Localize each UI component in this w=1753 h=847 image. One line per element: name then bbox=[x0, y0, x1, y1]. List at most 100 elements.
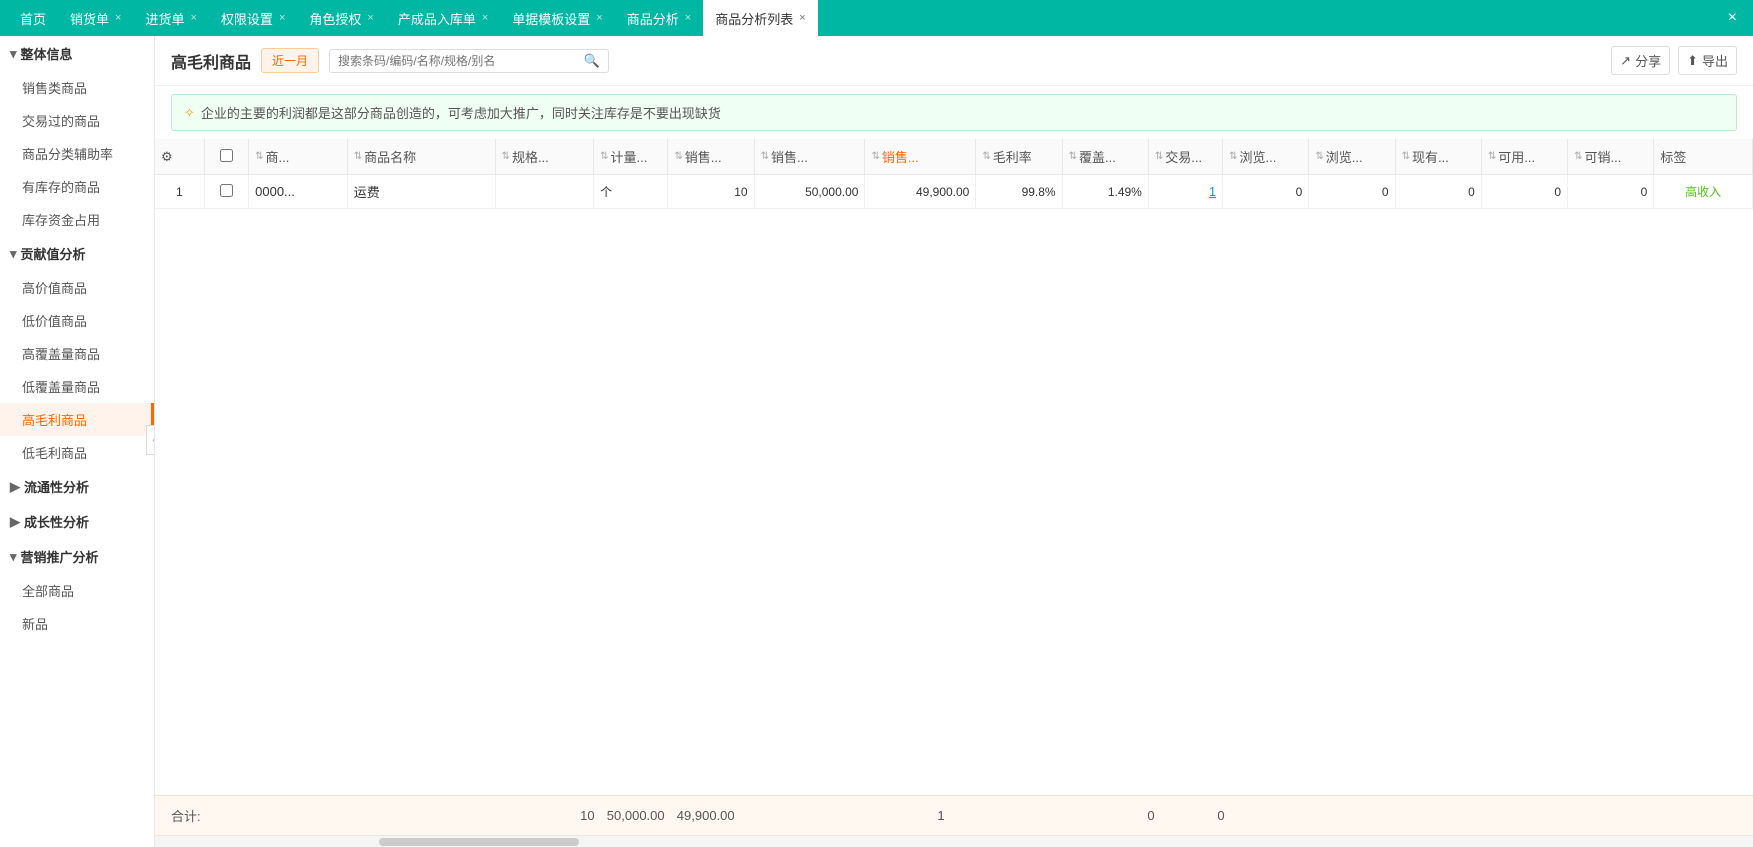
nav-tab-analysis[interactable]: 商品分析 × bbox=[615, 0, 703, 36]
chevron-down-icon: ▾ bbox=[10, 549, 17, 565]
cell-check[interactable] bbox=[204, 175, 248, 209]
sort-icon[interactable]: ⇅ bbox=[1229, 151, 1237, 162]
close-icon[interactable]: × bbox=[482, 12, 488, 24]
col-header-profit-rate: ⇅ 毛利率 bbox=[976, 139, 1062, 175]
page-title: 高毛利商品 bbox=[171, 49, 251, 73]
col-header-unit: ⇅ 计量... bbox=[594, 139, 668, 175]
sidebar-item-high-value[interactable]: 高价值商品 bbox=[0, 271, 154, 304]
search-input[interactable] bbox=[338, 54, 584, 68]
col-header-sales-profit: ⇅ 销售... bbox=[865, 139, 976, 175]
search-icon[interactable]: 🔍 bbox=[584, 53, 600, 69]
total-spacer bbox=[221, 808, 531, 823]
export-icon: ⬆ bbox=[1687, 53, 1698, 69]
col-header-sales-amt: ⇅ 销售... bbox=[754, 139, 865, 175]
sidebar-item-category-rate[interactable]: 商品分类辅助率 bbox=[0, 137, 154, 170]
col-header-tag: 标签 bbox=[1654, 139, 1753, 175]
sidebar-item-all-goods[interactable]: 全部商品 bbox=[0, 574, 154, 607]
sort-icon[interactable]: ⇅ bbox=[674, 151, 682, 162]
nav-tab-role[interactable]: 角色授权 × bbox=[297, 0, 385, 36]
cell-stock2: 0 bbox=[1481, 175, 1567, 209]
nav-tab-home[interactable]: 首页 bbox=[8, 0, 58, 36]
chevron-right-icon: ▶ bbox=[10, 514, 20, 530]
sort-icon[interactable]: ⇅ bbox=[871, 151, 879, 162]
row-checkbox[interactable] bbox=[220, 184, 233, 197]
cell-spec bbox=[495, 175, 594, 209]
sidebar-group-contribution[interactable]: ▾ 贡献值分析 bbox=[0, 236, 154, 271]
footer-total: 合计: 10 50,000.00 49,900.00 1 0 0 bbox=[155, 795, 1753, 835]
content-area: 高毛利商品 近一月 🔍 ↗ 分享 ⬆ 导出 ✧ 企业的主要的利润都是这部分商品创… bbox=[155, 36, 1753, 847]
nav-tab-auth[interactable]: 权限设置 × bbox=[209, 0, 297, 36]
nav-tab-template[interactable]: 单据模板设置 × bbox=[500, 0, 614, 36]
sidebar-item-stocked-goods[interactable]: 有库存的商品 bbox=[0, 170, 154, 203]
sort-icon[interactable]: ⇅ bbox=[1402, 151, 1410, 162]
info-bar: ✧ 企业的主要的利润都是这部分商品创造的，可考虑加大推广，同时关注库存是不要出现… bbox=[171, 94, 1737, 131]
sidebar-item-sales-goods[interactable]: 销售类商品 bbox=[0, 71, 154, 104]
sort-icon[interactable]: ⇅ bbox=[600, 151, 608, 162]
total-profit-rate bbox=[741, 808, 811, 823]
col-header-checkbox[interactable] bbox=[204, 139, 248, 175]
sidebar-item-traded-goods[interactable]: 交易过的商品 bbox=[0, 104, 154, 137]
nav-tab-sales[interactable]: 销货单 × bbox=[58, 0, 133, 36]
total-cover bbox=[811, 808, 881, 823]
sidebar-group-liquidity[interactable]: ▶ 流通性分析 bbox=[0, 469, 154, 504]
share-button[interactable]: ↗ 分享 bbox=[1611, 46, 1670, 75]
sidebar-item-stock-capital[interactable]: 库存资金占用 bbox=[0, 203, 154, 236]
col-header-settings[interactable]: ⚙ bbox=[155, 139, 204, 175]
close-icon[interactable]: × bbox=[367, 12, 373, 24]
time-filter-button[interactable]: 近一月 bbox=[261, 48, 319, 73]
close-icon[interactable]: × bbox=[596, 12, 602, 24]
cell-cover: 1.49% bbox=[1062, 175, 1148, 209]
scroll-thumb[interactable] bbox=[379, 838, 579, 846]
search-box: 🔍 bbox=[329, 49, 609, 73]
nav-tab-purchase[interactable]: 进货单 × bbox=[133, 0, 208, 36]
sidebar-item-low-value[interactable]: 低价值商品 bbox=[0, 304, 154, 337]
sort-icon[interactable]: ⇅ bbox=[354, 151, 362, 162]
sort-icon[interactable]: ⇅ bbox=[1069, 151, 1077, 162]
export-button[interactable]: ⬆ 导出 bbox=[1678, 46, 1737, 75]
sort-icon[interactable]: ⇅ bbox=[1488, 151, 1496, 162]
select-all-checkbox[interactable] bbox=[220, 149, 233, 162]
close-all-button[interactable]: × bbox=[1720, 9, 1745, 27]
sidebar-group-growth[interactable]: ▶ 成长性分析 bbox=[0, 504, 154, 539]
close-icon[interactable]: × bbox=[685, 12, 691, 24]
content-header: 高毛利商品 近一月 🔍 ↗ 分享 ⬆ 导出 bbox=[155, 36, 1753, 86]
cell-num: 1 bbox=[155, 175, 204, 209]
chevron-down-icon: ▾ bbox=[10, 246, 17, 262]
sidebar-item-low-profit[interactable]: 低毛利商品 bbox=[0, 436, 154, 469]
sort-icon[interactable]: ⇅ bbox=[1315, 151, 1323, 162]
cell-code: 0000... bbox=[249, 175, 348, 209]
horizontal-scrollbar[interactable] bbox=[155, 835, 1753, 847]
sort-icon[interactable]: ⇅ bbox=[761, 151, 769, 162]
close-icon[interactable]: × bbox=[190, 12, 196, 24]
sort-icon[interactable]: ⇅ bbox=[1574, 151, 1582, 162]
close-icon[interactable]: × bbox=[115, 12, 121, 24]
sort-icon[interactable]: ⇅ bbox=[1155, 151, 1163, 162]
close-icon[interactable]: × bbox=[799, 12, 805, 24]
nav-tab-analysis-list[interactable]: 商品分析列表 × bbox=[703, 0, 817, 36]
sidebar-group-overall[interactable]: ▾ 整体信息 bbox=[0, 36, 154, 71]
cell-browse2: 0 bbox=[1309, 175, 1395, 209]
cell-sales-qty: 10 bbox=[668, 175, 754, 209]
total-sales-profit: 49,900.00 bbox=[671, 808, 741, 823]
sort-icon[interactable]: ⇅ bbox=[982, 151, 990, 162]
total-sales-qty: 10 bbox=[531, 808, 601, 823]
sidebar-item-high-profit[interactable]: 高毛利商品 bbox=[0, 403, 154, 436]
table-header-row: ⚙ ⇅ 商... ⇅ bbox=[155, 139, 1753, 175]
sidebar-item-high-coverage[interactable]: 高覆盖量商品 bbox=[0, 337, 154, 370]
sort-icon[interactable]: ⇅ bbox=[502, 151, 510, 162]
data-table: ⚙ ⇅ 商... ⇅ bbox=[155, 139, 1753, 209]
cell-sales-amt: 50,000.00 bbox=[754, 175, 865, 209]
total-browse1 bbox=[951, 808, 1021, 823]
cell-trade: 1 bbox=[1148, 175, 1222, 209]
total-browse2 bbox=[1021, 808, 1091, 823]
chevron-down-icon: ▾ bbox=[10, 46, 17, 62]
main-layout: « ▾ 整体信息 销售类商品 交易过的商品 商品分类辅助率 有库存的商品 库存资… bbox=[0, 36, 1753, 847]
sidebar-group-marketing[interactable]: ▾ 营销推广分析 bbox=[0, 539, 154, 574]
cell-name: 运费 bbox=[347, 175, 495, 209]
sidebar-item-low-coverage[interactable]: 低覆盖量商品 bbox=[0, 370, 154, 403]
sidebar-item-new-goods[interactable]: 新品 bbox=[0, 607, 154, 640]
sidebar-collapse-button[interactable]: « bbox=[146, 425, 155, 455]
close-icon[interactable]: × bbox=[279, 12, 285, 24]
sort-icon[interactable]: ⇅ bbox=[255, 151, 263, 162]
nav-tab-product-in[interactable]: 产成品入库单 × bbox=[386, 0, 500, 36]
